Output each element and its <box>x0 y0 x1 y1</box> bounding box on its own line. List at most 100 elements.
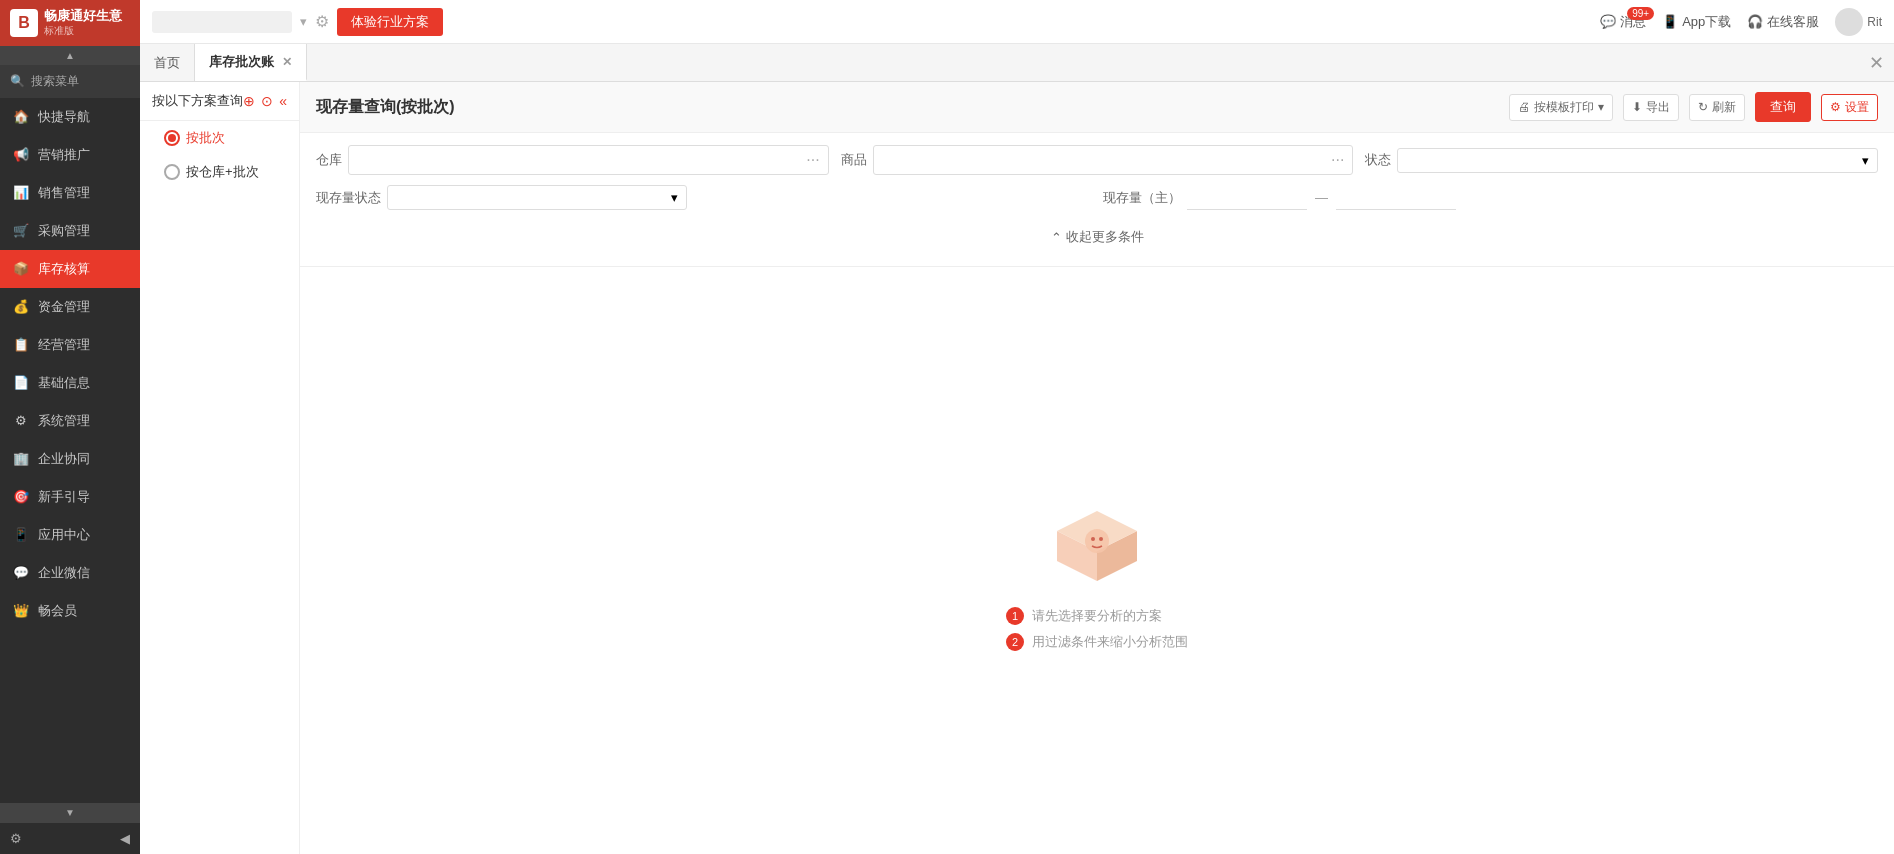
stock-qty-dash: — <box>1315 190 1328 205</box>
settings-scheme-icon[interactable]: ⊙ <box>261 93 273 109</box>
app-title-group: 畅康通好生意 标准版 <box>44 8 122 38</box>
online-service-btn[interactable]: 🎧 在线客服 <box>1747 13 1819 31</box>
finance-icon: 💰 <box>12 298 30 316</box>
sidebar-item-quick-nav[interactable]: 🏠 快捷导航 <box>0 98 140 136</box>
stock-status-select[interactable]: ▾ <box>387 185 687 210</box>
sidebar-item-app-center-label: 应用中心 <box>38 526 90 544</box>
empty-graphic <box>1037 471 1157 591</box>
marketing-icon: 📢 <box>12 146 30 164</box>
product-filter: 商品 ··· <box>841 145 1354 175</box>
scheme-dot-inner <box>168 134 176 142</box>
settings-icon: ⚙ <box>1830 100 1841 114</box>
sidebar-item-basic-info[interactable]: 📄 基础信息 <box>0 364 140 402</box>
sidebar-item-member-label: 畅会员 <box>38 602 77 620</box>
scheme-by-warehouse-batch[interactable]: 按仓库+批次 <box>140 155 299 189</box>
sidebar-scroll-down[interactable]: ▼ <box>0 803 140 822</box>
sidebar-item-sales-label: 销售管理 <box>38 184 90 202</box>
sidebar-bottom: ⚙ ◀ <box>0 822 140 854</box>
export-btn[interactable]: ⬇ 导出 <box>1623 94 1679 121</box>
refresh-btn[interactable]: ↻ 刷新 <box>1689 94 1745 121</box>
online-service-label: 在线客服 <box>1767 13 1819 31</box>
page-actions: 🖨 按模板打印 ▾ ⬇ 导出 ↻ 刷新 查询 <box>1509 92 1878 122</box>
filter-row-2: 现存量状态 ▾ 现存量（主） — <box>316 185 1878 210</box>
filter-area: 仓库 ··· 商品 ··· <box>300 133 1894 267</box>
sidebar-item-member[interactable]: 👑 畅会员 <box>0 592 140 630</box>
sidebar-item-enterprise-wechat-label: 企业微信 <box>38 564 90 582</box>
warehouse-filter: 仓库 ··· <box>316 145 829 175</box>
app-title: 畅康通好生意 <box>44 8 122 24</box>
quick-nav-icon: 🏠 <box>12 108 30 126</box>
sidebar-item-new-guide[interactable]: 🎯 新手引导 <box>0 478 140 516</box>
product-more-icon[interactable]: ··· <box>1331 151 1344 169</box>
warehouse-more-icon[interactable]: ··· <box>806 151 819 169</box>
sidebar-item-operations[interactable]: 📋 经营管理 <box>0 326 140 364</box>
scheme-dot-active <box>164 130 180 146</box>
sidebar-item-system-label: 系统管理 <box>38 412 90 430</box>
sidebar-item-enterprise-wechat[interactable]: 💬 企业微信 <box>0 554 140 592</box>
settings-bottom-icon[interactable]: ⚙ <box>10 831 22 846</box>
export-icon: ⬇ <box>1632 100 1642 114</box>
tab-close-icon[interactable]: ✕ <box>282 55 292 69</box>
step-2-num: 2 <box>1006 633 1024 651</box>
left-panel-header: 按以下方案查询 ⊕ ⊙ « <box>140 82 299 121</box>
sidebar-scroll-up[interactable]: ▲ <box>0 46 140 65</box>
user-profile-btn[interactable]: Rit <box>1835 8 1882 36</box>
sidebar-item-purchase[interactable]: 🛒 采购管理 <box>0 212 140 250</box>
sidebar-item-inventory[interactable]: 📦 库存核算 <box>0 250 140 288</box>
sidebar-item-sales[interactable]: 📊 销售管理 <box>0 174 140 212</box>
sidebar: B 畅康通好生意 标准版 ▲ 🔍 搜索菜单 🏠 快捷导航 📢 营销推广 📊 销售… <box>0 0 140 854</box>
sidebar-item-system[interactable]: ⚙ 系统管理 <box>0 402 140 440</box>
breadcrumb-input[interactable] <box>152 11 292 33</box>
sidebar-item-marketing[interactable]: 📢 营销推广 <box>0 136 140 174</box>
warehouse-input-box[interactable]: ··· <box>348 145 829 175</box>
username-label: Rit <box>1867 15 1882 29</box>
panel-close-btn[interactable]: ✕ <box>1869 52 1884 74</box>
sidebar-item-enterprise-collab[interactable]: 🏢 企业协同 <box>0 440 140 478</box>
app-download-btn[interactable]: 📱 App下载 <box>1662 13 1731 31</box>
status-filter: 状态 ▾ <box>1365 148 1878 173</box>
app-download-label: App下载 <box>1682 13 1731 31</box>
dropdown-arrow-icon[interactable]: ▾ <box>300 14 307 29</box>
enterprise-collab-icon: 🏢 <box>12 450 30 468</box>
collapse-panel-icon[interactable]: « <box>279 93 287 109</box>
print-dropdown-icon[interactable]: ▾ <box>1598 100 1604 114</box>
tab-bar: 首页 库存批次账 ✕ ✕ <box>140 44 1894 82</box>
operations-icon: 📋 <box>12 336 30 354</box>
query-btn[interactable]: 查询 <box>1755 92 1811 122</box>
right-panel: 现存量查询(按批次) 🖨 按模板打印 ▾ ⬇ 导出 ↻ 刷新 <box>300 82 1894 854</box>
collapse-sidebar-icon[interactable]: ◀ <box>120 831 130 846</box>
step-1-num: 1 <box>1006 607 1024 625</box>
settings-btn[interactable]: ⚙ 设置 <box>1821 94 1878 121</box>
sidebar-item-purchase-label: 采购管理 <box>38 222 90 240</box>
sidebar-search[interactable]: 🔍 搜索菜单 <box>0 65 140 98</box>
sidebar-item-finance[interactable]: 💰 资金管理 <box>0 288 140 326</box>
close-panel-icon[interactable]: ✕ <box>1869 53 1884 73</box>
print-template-btn[interactable]: 🖨 按模板打印 ▾ <box>1509 94 1613 121</box>
sidebar-nav: 🏠 快捷导航 📢 营销推广 📊 销售管理 🛒 采购管理 📦 库存核算 💰 资金管… <box>0 98 140 803</box>
tab-home[interactable]: 首页 <box>140 44 195 81</box>
product-input-box[interactable]: ··· <box>873 145 1354 175</box>
header-right: 💬 消息 99+ 📱 App下载 🎧 在线客服 Rit <box>1600 8 1882 36</box>
scheme-by-batch[interactable]: 按批次 <box>140 121 299 155</box>
sidebar-item-quick-nav-label: 快捷导航 <box>38 108 90 126</box>
svg-point-3 <box>1085 529 1109 553</box>
stock-qty-from[interactable] <box>1187 186 1307 210</box>
search-icon: 🔍 <box>10 74 25 88</box>
collapse-more-btn[interactable]: ⌃ 收起更多条件 <box>316 220 1878 254</box>
trial-btn[interactable]: 体验行业方案 <box>337 8 443 36</box>
settings-label: 设置 <box>1845 99 1869 116</box>
sidebar-item-app-center[interactable]: 📱 应用中心 <box>0 516 140 554</box>
messages-btn[interactable]: 💬 消息 99+ <box>1600 13 1646 31</box>
app-subtitle: 标准版 <box>44 24 122 38</box>
gear-icon[interactable]: ⚙ <box>315 12 329 31</box>
svg-point-4 <box>1091 537 1095 541</box>
system-icon: ⚙ <box>12 412 30 430</box>
stock-qty-to[interactable] <box>1336 186 1456 210</box>
add-scheme-icon[interactable]: ⊕ <box>243 93 255 109</box>
product-label: 商品 <box>841 151 867 169</box>
sidebar-item-enterprise-collab-label: 企业协同 <box>38 450 90 468</box>
sidebar-item-finance-label: 资金管理 <box>38 298 90 316</box>
tab-inventory-batch[interactable]: 库存批次账 ✕ <box>195 44 307 81</box>
status-select[interactable]: ▾ <box>1397 148 1878 173</box>
new-guide-icon: 🎯 <box>12 488 30 506</box>
